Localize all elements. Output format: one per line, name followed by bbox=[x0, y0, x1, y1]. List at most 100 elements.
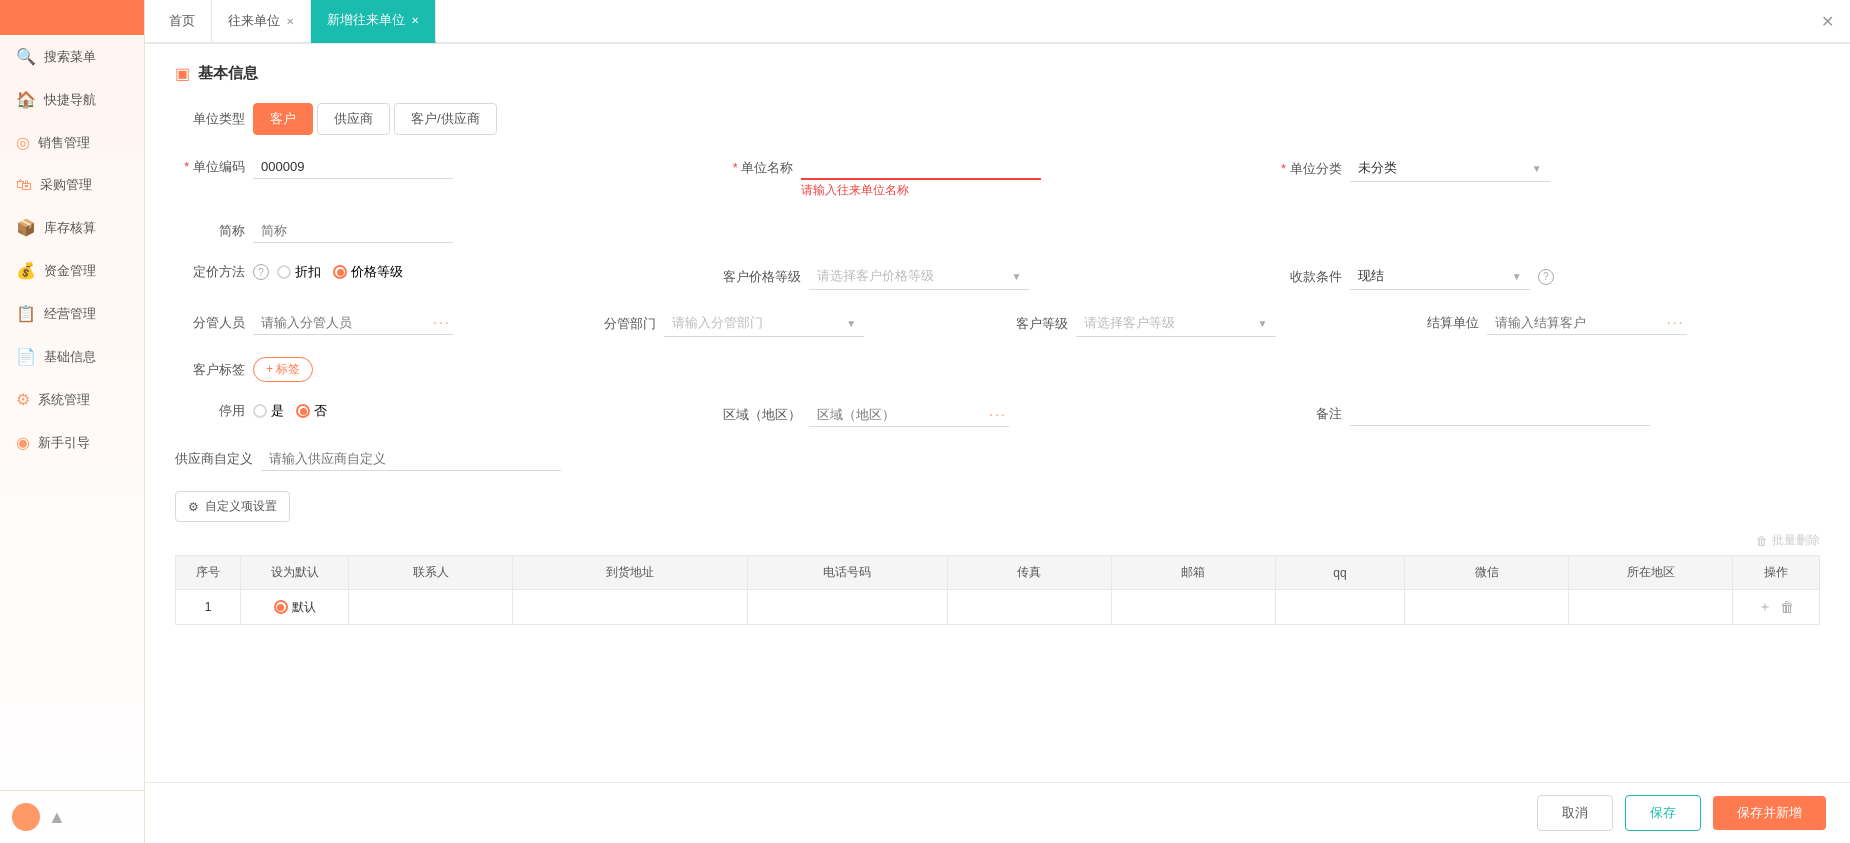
sidebar-item-search[interactable]: 🔍 搜索菜单 bbox=[0, 35, 144, 78]
row-phone[interactable] bbox=[748, 590, 948, 625]
close-all-tabs-button[interactable]: ✕ bbox=[1813, 12, 1842, 31]
table-header-row: 序号 设为默认 联系人 到货地址 电话号码 传真 邮箱 qq 微信 所在地区 操… bbox=[176, 556, 1820, 590]
disabled-row: 停用 是 否 区域（地区） ··· bbox=[175, 402, 1820, 427]
basic-icon: 📄 bbox=[16, 347, 36, 366]
col-contact: 联系人 bbox=[349, 556, 513, 590]
dept-group: 分管部门 请输入分管部门 ▼ bbox=[586, 310, 997, 337]
custom-settings-button[interactable]: ⚙ 自定义项设置 bbox=[175, 491, 290, 522]
batch-delete-button[interactable]: 🗑 批量删除 bbox=[1756, 532, 1820, 549]
notes-input[interactable] bbox=[1350, 402, 1650, 426]
row-default-radio[interactable]: 默认 bbox=[247, 599, 342, 616]
radio-disabled-yes[interactable]: 是 bbox=[253, 402, 284, 420]
row-wechat[interactable] bbox=[1404, 590, 1568, 625]
row-contact-input[interactable] bbox=[391, 600, 471, 614]
row-address[interactable] bbox=[513, 590, 748, 625]
payment-terms-select[interactable]: 现结 ▼ bbox=[1350, 263, 1530, 290]
close-partners-icon[interactable]: ✕ bbox=[286, 16, 294, 27]
row-email[interactable] bbox=[1111, 590, 1275, 625]
row-qq-input[interactable] bbox=[1310, 600, 1370, 614]
tags-row: 客户标签 + 标签 bbox=[175, 357, 1820, 382]
sidebar-system-label: 系统管理 bbox=[38, 391, 90, 409]
col-id: 序号 bbox=[176, 556, 241, 590]
sidebar-item-finance[interactable]: 💰 资金管理 bbox=[0, 249, 144, 292]
row-wechat-input[interactable] bbox=[1447, 600, 1527, 614]
unit-name-input[interactable] bbox=[801, 155, 1041, 180]
row-fax[interactable] bbox=[947, 590, 1111, 625]
category-chevron-icon: ▼ bbox=[1532, 163, 1542, 174]
cancel-button[interactable]: 取消 bbox=[1537, 795, 1613, 831]
radio-price-level[interactable]: 价格等级 bbox=[333, 263, 403, 281]
table-row: 1 默认 bbox=[176, 590, 1820, 625]
tags-group: 客户标签 + 标签 bbox=[175, 357, 1820, 382]
row-area[interactable] bbox=[1569, 590, 1733, 625]
settings-gear-icon: ⚙ bbox=[188, 500, 199, 514]
col-action: 操作 bbox=[1733, 556, 1820, 590]
sidebar-user-icon: ▲ bbox=[48, 807, 66, 828]
sidebar-item-quick-nav[interactable]: 🏠 快捷导航 bbox=[0, 78, 144, 121]
customer-level-select[interactable]: 请选择客户等级 ▼ bbox=[1076, 310, 1276, 337]
add-tag-button[interactable]: + 标签 bbox=[253, 357, 313, 382]
radio-discount[interactable]: 折扣 bbox=[277, 263, 321, 281]
sidebar-guide-label: 新手引导 bbox=[38, 434, 90, 452]
tab-new-partner[interactable]: 新增往来单位 ✕ bbox=[311, 0, 436, 43]
pricing-row: 定价方法 ? 折扣 价格等级 客户价格等级 请选择客户价格等级 bbox=[175, 263, 1820, 290]
sidebar-item-guide[interactable]: ◉ 新手引导 bbox=[0, 421, 144, 464]
row-address-input[interactable] bbox=[570, 600, 690, 614]
settlement-input[interactable] bbox=[1495, 315, 1663, 330]
unit-category-select[interactable]: 未分类 ▼ bbox=[1350, 155, 1550, 182]
row-default[interactable]: 默认 bbox=[241, 590, 349, 625]
radio-disabled-no[interactable]: 否 bbox=[296, 402, 327, 420]
sidebar-item-basic[interactable]: 📄 基础信息 bbox=[0, 335, 144, 378]
inventory-icon: 📦 bbox=[16, 218, 36, 237]
payment-help-icon[interactable]: ? bbox=[1538, 269, 1554, 285]
tab-new-partner-label: 新增往来单位 bbox=[327, 11, 405, 29]
area-dots-button[interactable]: ··· bbox=[989, 406, 1007, 422]
dept-select[interactable]: 请输入分管部门 ▼ bbox=[664, 310, 864, 337]
short-name-input[interactable] bbox=[253, 219, 453, 243]
footer: 取消 保存 保存并新增 bbox=[145, 782, 1850, 843]
unit-code-input[interactable] bbox=[253, 155, 453, 179]
radio-no-circle bbox=[296, 404, 310, 418]
pricing-help-icon[interactable]: ? bbox=[253, 264, 269, 280]
add-row-button[interactable]: ＋ bbox=[1758, 598, 1772, 616]
tab-partners-label: 往来单位 bbox=[228, 12, 280, 30]
section-header: ▣ 基本信息 bbox=[175, 64, 1820, 83]
row-email-input[interactable] bbox=[1153, 600, 1233, 614]
delete-row-button[interactable]: 🗑 bbox=[1780, 599, 1794, 615]
sidebar-basic-label: 基础信息 bbox=[44, 348, 96, 366]
btn-customer[interactable]: 客户 bbox=[253, 103, 313, 135]
supplier-custom-label: 供应商自定义 bbox=[175, 450, 253, 468]
sidebar-item-system[interactable]: ⚙ 系统管理 bbox=[0, 378, 144, 421]
settlement-dots-button[interactable]: ··· bbox=[1667, 314, 1685, 330]
sidebar-sales-label: 销售管理 bbox=[38, 134, 90, 152]
row-area-input[interactable] bbox=[1611, 600, 1691, 614]
area-input[interactable] bbox=[817, 407, 985, 422]
row-contact[interactable] bbox=[349, 590, 513, 625]
notes-label: 备注 bbox=[1272, 405, 1342, 423]
btn-supplier[interactable]: 供应商 bbox=[317, 103, 390, 135]
sidebar-item-sales[interactable]: ◎ 销售管理 bbox=[0, 121, 144, 164]
tab-partners[interactable]: 往来单位 ✕ bbox=[212, 0, 311, 43]
tab-home[interactable]: 首页 bbox=[153, 0, 212, 43]
avatar[interactable] bbox=[12, 803, 40, 831]
row-fax-input[interactable] bbox=[989, 600, 1069, 614]
row-qq[interactable] bbox=[1276, 590, 1405, 625]
unit-name-error: 请输入往来单位名称 bbox=[801, 183, 909, 197]
sidebar-item-inventory[interactable]: 📦 库存核算 bbox=[0, 206, 144, 249]
save-button[interactable]: 保存 bbox=[1625, 795, 1701, 831]
sidebar-item-operation[interactable]: 📋 经营管理 bbox=[0, 292, 144, 335]
save-add-button[interactable]: 保存并新增 bbox=[1713, 796, 1826, 830]
close-new-partner-icon[interactable]: ✕ bbox=[411, 15, 419, 26]
sidebar-item-purchase[interactable]: 🛍 采购管理 bbox=[0, 164, 144, 206]
btn-customer-supplier[interactable]: 客户/供应商 bbox=[394, 103, 497, 135]
unit-type-group: 单位类型 客户 供应商 客户/供应商 bbox=[175, 103, 1820, 135]
customer-price-select[interactable]: 请选择客户价格等级 ▼ bbox=[809, 263, 1029, 290]
row-phone-input[interactable] bbox=[797, 600, 897, 614]
manager-input[interactable] bbox=[261, 315, 429, 330]
unit-type-buttons: 客户 供应商 客户/供应商 bbox=[253, 103, 497, 135]
col-area: 所在地区 bbox=[1569, 556, 1733, 590]
supplier-custom-input[interactable] bbox=[261, 447, 561, 471]
customer-level-chevron-icon: ▼ bbox=[1258, 318, 1268, 329]
manager-dots-button[interactable]: ··· bbox=[433, 314, 451, 330]
radio-price-level-circle bbox=[333, 265, 347, 279]
